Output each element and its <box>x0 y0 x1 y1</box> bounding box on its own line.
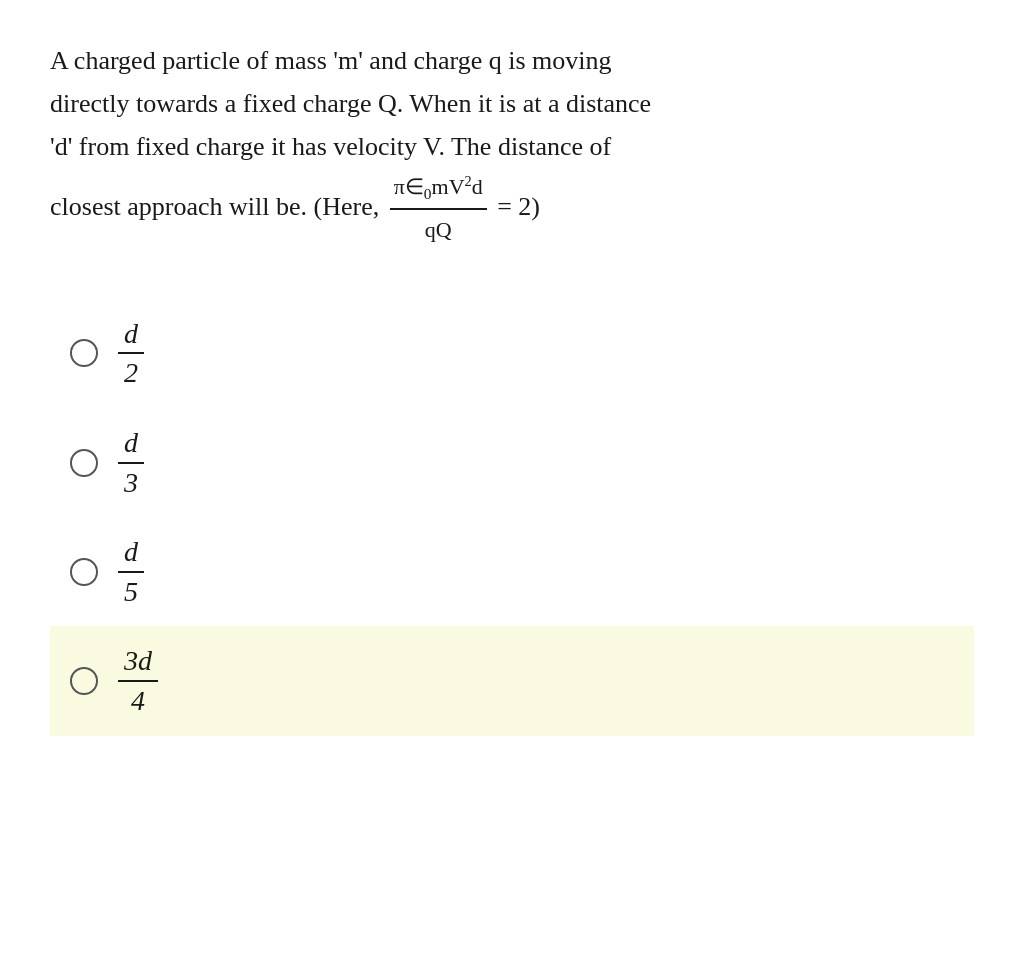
radio-a[interactable] <box>70 339 98 367</box>
question-line4-suffix: = 2) <box>497 192 540 221</box>
radio-c[interactable] <box>70 558 98 586</box>
option-a[interactable]: d 2 <box>50 299 974 408</box>
question-text: A charged particle of mass 'm' and charg… <box>50 40 974 249</box>
option-d-numerator: 3d <box>118 644 158 682</box>
radio-d[interactable] <box>70 667 98 695</box>
option-c[interactable]: d 5 <box>50 517 974 626</box>
option-b-numerator: d <box>118 426 144 464</box>
option-c-numerator: d <box>118 535 144 573</box>
question-line1: A charged particle of mass 'm' and charg… <box>50 46 612 75</box>
question-line3: 'd' from fixed charge it has velocity V.… <box>50 132 611 161</box>
question-block: A charged particle of mass 'm' and charg… <box>50 40 974 249</box>
question-line2: directly towards a fixed charge Q. When … <box>50 89 651 118</box>
formula-denominator: qQ <box>421 210 456 248</box>
option-a-fraction: d 2 <box>118 317 144 390</box>
inline-formula: π∈0mV2d qQ <box>390 169 487 249</box>
radio-b[interactable] <box>70 449 98 477</box>
option-b[interactable]: d 3 <box>50 408 974 517</box>
options-container: d 2 d 3 d 5 3d 4 <box>50 299 974 736</box>
option-b-fraction: d 3 <box>118 426 144 499</box>
option-c-fraction: d 5 <box>118 535 144 608</box>
option-d[interactable]: 3d 4 <box>50 626 974 735</box>
formula-numerator: π∈0mV2d <box>390 169 487 211</box>
option-d-fraction: 3d 4 <box>118 644 158 717</box>
option-a-numerator: d <box>118 317 144 355</box>
option-b-denominator: 3 <box>118 464 144 500</box>
question-line4-prefix: closest approach will be. (Here, <box>50 192 379 221</box>
option-a-denominator: 2 <box>118 354 144 390</box>
option-d-denominator: 4 <box>125 682 151 718</box>
option-c-denominator: 5 <box>118 573 144 609</box>
